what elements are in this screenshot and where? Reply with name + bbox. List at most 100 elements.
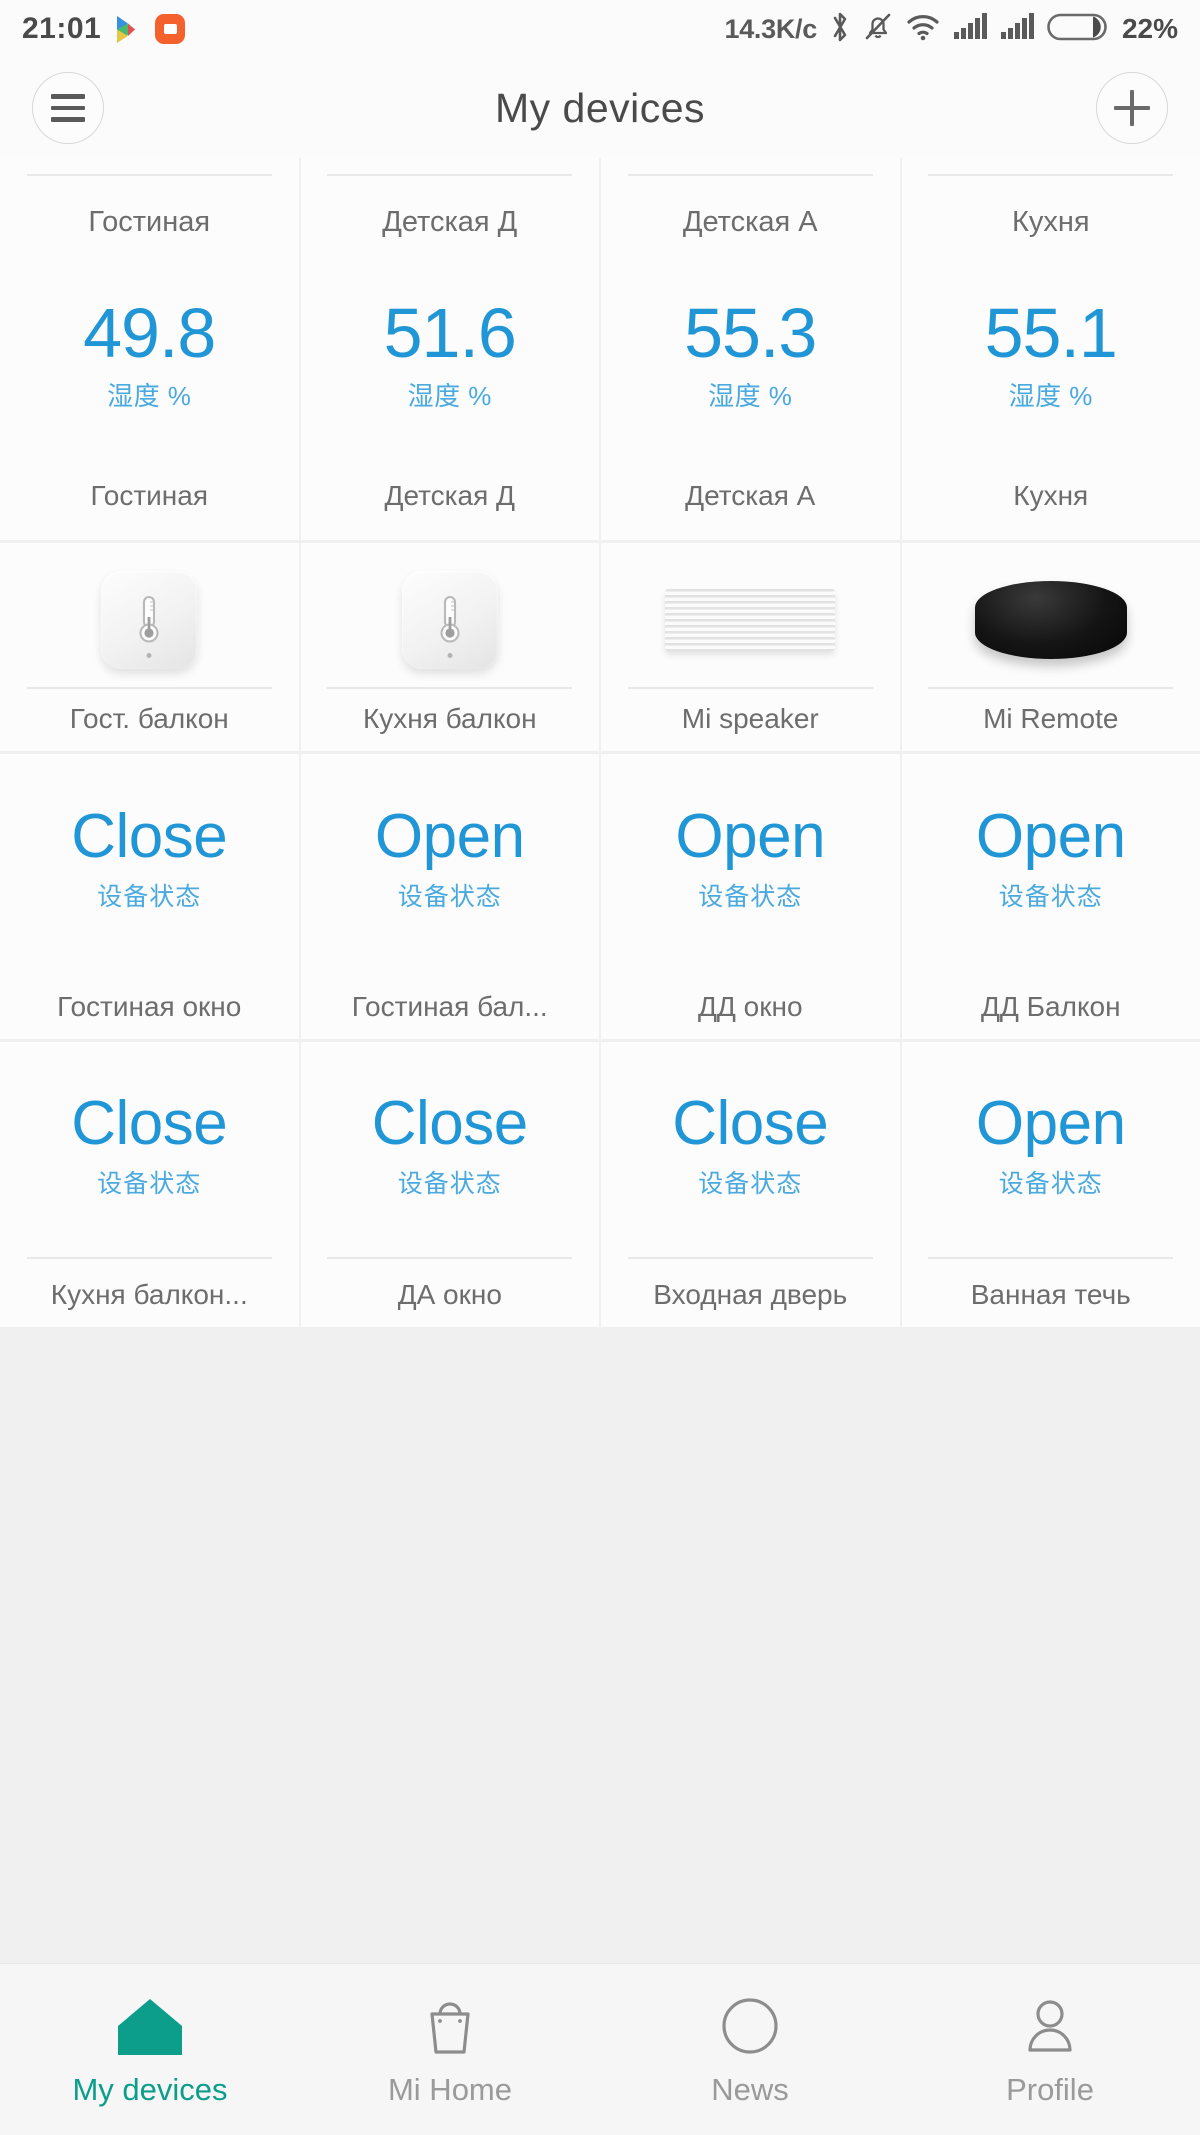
status-device-name: ДД Балкон [980, 991, 1121, 1022]
plus-icon [1114, 90, 1150, 126]
status-card[interactable]: Close 设备状态 Кухня балкон... [0, 1042, 299, 1327]
humidity-card[interactable]: Детская Д 51.6 湿度 % Детская Д [300, 158, 599, 540]
status-sublabel: 设备状态 [97, 883, 202, 912]
status-value: Open [975, 1089, 1126, 1159]
status-value: Open [675, 802, 826, 872]
temp-humidity-sensor-icon [101, 571, 198, 669]
humidity-unit: 湿度 % [708, 380, 793, 411]
status-sublabel: 设备状态 [397, 883, 502, 912]
temp-humidity-sensor-icon [401, 571, 498, 669]
device-artwork [601, 553, 900, 687]
status-value: Close [71, 802, 228, 872]
status-sublabel: 设备状态 [698, 883, 803, 912]
device-artwork [0, 553, 299, 687]
card-divider [26, 174, 272, 176]
duo-video-icon [155, 14, 186, 44]
tab-label: Mi Home [387, 2071, 512, 2107]
humidity-row: Гостиная 49.8 湿度 % Гостиная Детская Д 51… [0, 158, 1200, 540]
status-time: 21:01 [22, 12, 102, 45]
card-divider [26, 1257, 272, 1259]
status-bar-left: 21:01 [22, 12, 186, 46]
status-bar: 21:01 14.3K/c 22% [0, 0, 1200, 58]
status-device-name: Гостиная окно [57, 991, 242, 1022]
person-icon [1018, 1992, 1082, 2058]
humidity-value: 55.1 [984, 293, 1118, 372]
bag-icon [418, 1992, 482, 2058]
card-divider [627, 1257, 873, 1259]
tab-label: My devices [72, 2071, 228, 2107]
device-name: Mi Remote [983, 703, 1119, 734]
tab-news[interactable]: News [600, 1964, 900, 2135]
hamburger-menu-icon [51, 94, 85, 122]
device-artwork [902, 553, 1200, 687]
tab-profile[interactable]: Profile [900, 1964, 1200, 2135]
device-card[interactable]: Mi speaker [601, 543, 900, 751]
battery-percent: 22% [1121, 13, 1178, 44]
tab-mi-home[interactable]: Mi Home [300, 1964, 600, 2135]
status-card[interactable]: Close 设备状态 Входная дверь [601, 1042, 900, 1327]
status-row-1: Close 设备状态 Гостиная окно Open 设备状态 Гости… [0, 754, 1200, 1039]
device-artwork [301, 553, 600, 687]
humidity-device-name: Кухня [1013, 480, 1089, 511]
status-value: Close [371, 1089, 529, 1159]
speaker-icon [665, 589, 836, 651]
status-sublabel: 设备状态 [97, 1170, 202, 1199]
status-device-name: Входная дверь [653, 1279, 848, 1310]
humidity-card-title: Гостиная [88, 206, 211, 238]
humidity-value: 49.8 [83, 293, 216, 372]
card-divider [928, 687, 1174, 689]
device-card[interactable]: Mi Remote [901, 543, 1200, 751]
humidity-card-title: Детская Д [382, 206, 518, 238]
card-divider [26, 687, 272, 689]
status-card[interactable]: Open 设备状态 ДД окно [601, 754, 900, 1039]
status-value: Close [672, 1089, 829, 1159]
compass-icon [718, 1992, 782, 2058]
tab-my-devices[interactable]: My devices [0, 1964, 300, 2135]
device-card[interactable]: Гост. балкон [0, 543, 299, 751]
card-divider [627, 687, 873, 689]
humidity-card[interactable]: Гостиная 49.8 湿度 % Гостиная [0, 158, 299, 540]
status-device-name: ДА окно [397, 1279, 502, 1310]
humidity-unit: 湿度 % [1008, 380, 1093, 411]
device-grid[interactable]: Гостиная 49.8 湿度 % Гостиная Детская Д 51… [0, 158, 1200, 1963]
battery-icon [1047, 12, 1107, 47]
status-value: Close [71, 1089, 228, 1159]
humidity-card-title: Кухня [1011, 206, 1090, 238]
status-sublabel: 设备状态 [998, 1170, 1103, 1199]
tab-label: Profile [1006, 2071, 1094, 2107]
status-sublabel: 设备状态 [998, 883, 1103, 912]
status-value: Open [975, 802, 1126, 872]
app-header: My devices [0, 58, 1200, 158]
bluetooth-icon [830, 11, 850, 48]
status-bar-right: 14.3K/c 22% [724, 11, 1178, 48]
signal-sim2-icon [1000, 13, 1034, 45]
play-store-icon [115, 15, 141, 44]
card-divider [327, 174, 573, 176]
humidity-unit: 湿度 % [107, 380, 192, 411]
bottom-navigation: My devices Mi Home News Profile [0, 1963, 1200, 2135]
card-divider [928, 174, 1174, 176]
add-device-button[interactable] [1096, 72, 1168, 144]
humidity-card-title: Детская А [682, 206, 818, 238]
status-row-2: Close 设备状态 Кухня балкон... Close 设备状态 ДА… [0, 1042, 1200, 1327]
status-value: Open [374, 802, 525, 872]
humidity-card[interactable]: Детская А 55.3 湿度 % Детская А [601, 158, 900, 540]
device-card[interactable]: Кухня балкон [300, 543, 600, 751]
humidity-value: 51.6 [383, 293, 517, 372]
status-card[interactable]: Open 设备状态 ДД Балкон [901, 754, 1200, 1039]
status-card[interactable]: Close 设备状态 ДА окно [300, 1042, 599, 1327]
status-device-name: Ванная течь [970, 1279, 1131, 1310]
hamburger-menu-button[interactable] [32, 72, 104, 144]
remote-puck-icon [974, 581, 1127, 659]
status-card[interactable]: Open 设备状态 Ванная течь [901, 1042, 1200, 1327]
device-name: Кухня балкон [362, 703, 537, 734]
humidity-device-name: Детская Д [384, 480, 515, 511]
status-card[interactable]: Close 设备状态 Гостиная окно [0, 754, 299, 1039]
status-card[interactable]: Open 设备状态 Гостиная бал... [300, 754, 599, 1039]
card-divider [928, 1257, 1174, 1259]
device-name: Гост. балкон [69, 703, 229, 734]
home-icon [114, 1992, 186, 2058]
network-speed: 14.3K/c [724, 13, 817, 44]
humidity-value: 55.3 [684, 293, 817, 372]
humidity-card[interactable]: Кухня 55.1 湿度 % Кухня [901, 158, 1200, 540]
